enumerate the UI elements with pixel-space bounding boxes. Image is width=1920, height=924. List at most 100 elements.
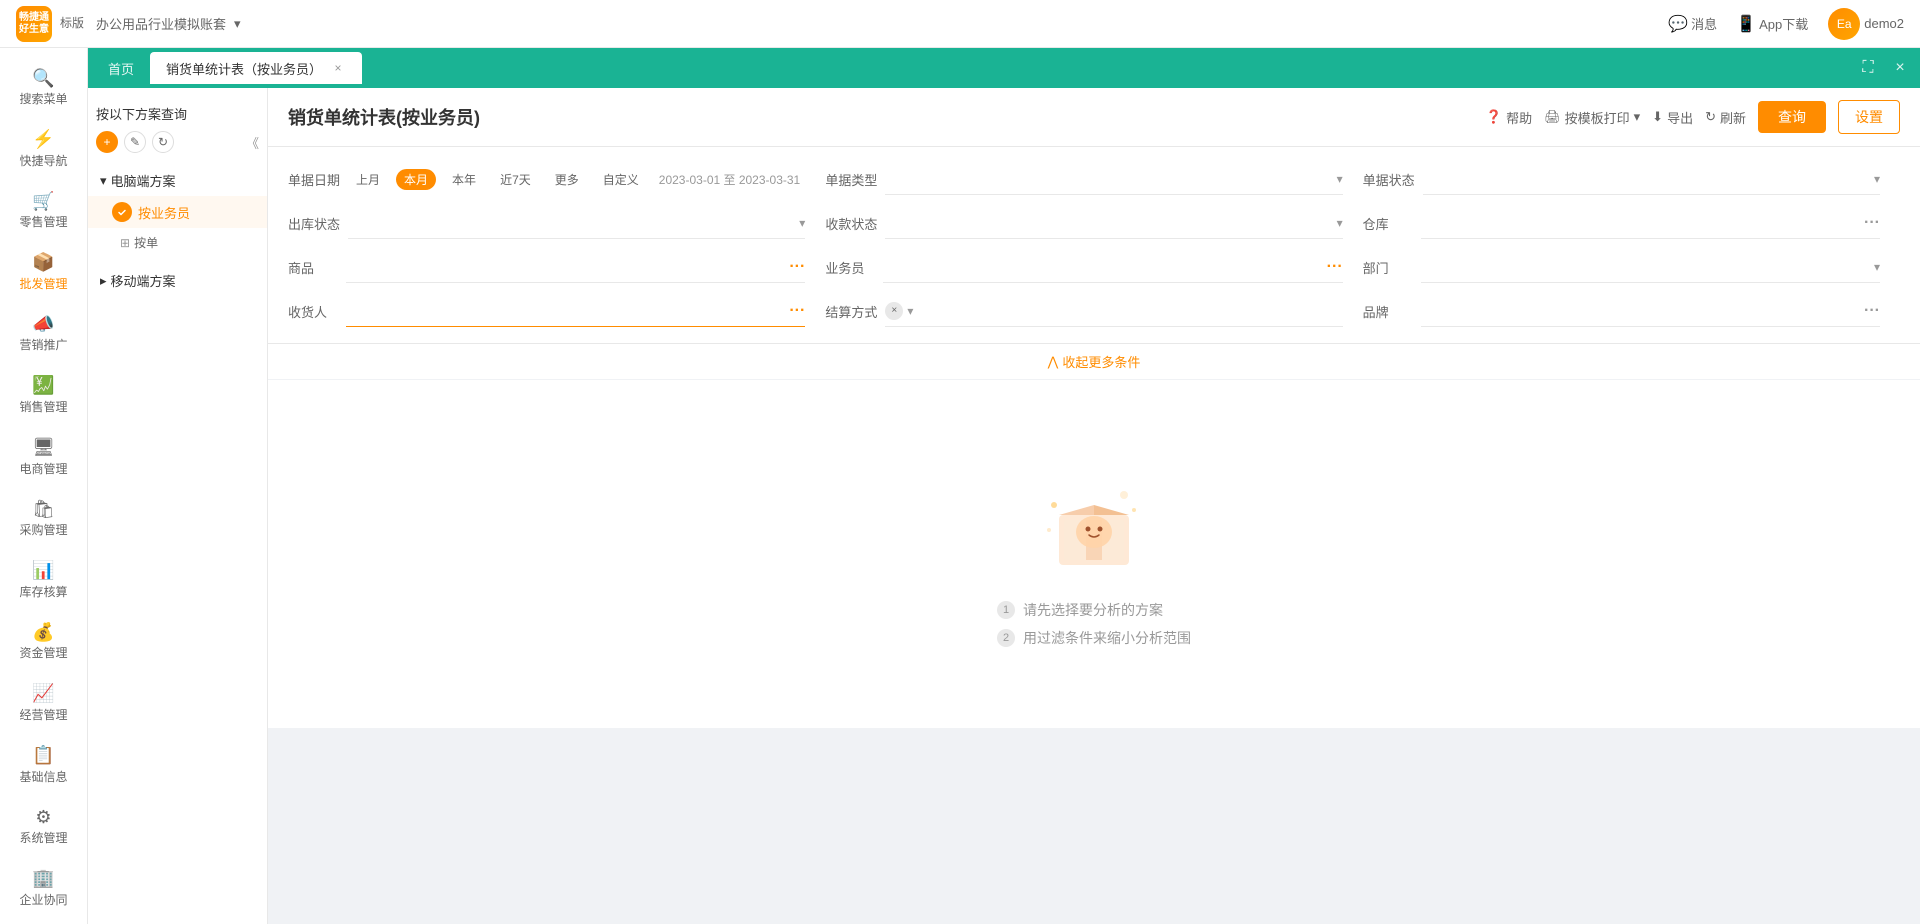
date-filter: 上月 本月 本年 近7天 更多 自定义 2023-03-01 至 2023-03… <box>348 169 805 190</box>
breadcrumb[interactable]: 办公用品行业模拟账套 ▾ <box>96 14 241 33</box>
sub-item-order[interactable]: ⊞ 按单 <box>88 228 267 257</box>
query-button[interactable]: 查询 <box>1758 101 1826 133</box>
sidebar-item-label-shortcut: 快捷导航 <box>19 154 67 170</box>
sidebar-item-label-ecommerce: 电商管理 <box>19 462 67 478</box>
tab-close-all-icon[interactable]: × <box>1888 56 1912 80</box>
edit-scheme-button[interactable]: ✎ <box>124 131 146 153</box>
collapse-more-bar[interactable]: ⋀ 收起更多条件 <box>268 344 1920 379</box>
empty-tip-1: 1 请先选择要分析的方案 <box>997 600 1191 620</box>
print-button[interactable]: 🖨 按模板打印 ▾ <box>1544 108 1640 127</box>
help-button[interactable]: ❓ 帮助 <box>1486 108 1532 127</box>
date-custom-button[interactable]: 自定义 <box>595 169 647 190</box>
date-this-month-button[interactable]: 本月 <box>396 169 436 190</box>
app-download-button[interactable]: 📱 App下载 <box>1737 14 1808 33</box>
doc-status-control[interactable] <box>1423 163 1880 195</box>
date-this-year-button[interactable]: 本年 <box>444 169 484 190</box>
brand-dots[interactable]: ··· <box>1864 302 1880 320</box>
message-button[interactable]: 💬 消息 <box>1669 14 1717 33</box>
sidebar-item-search[interactable]: 🔍 搜索菜单 <box>4 58 83 116</box>
sidebar-item-label-operation: 经营管理 <box>19 708 67 724</box>
date-range-text: 2023-03-01 至 2023-03-31 <box>659 171 800 188</box>
desktop-scheme-header[interactable]: ▾ 电脑端方案 <box>88 165 267 196</box>
refresh-label: 刷新 <box>1720 108 1746 127</box>
sidebar-item-ecommerce[interactable]: 🖥 电商管理 <box>4 428 83 486</box>
payment-status-control[interactable] <box>885 207 1342 239</box>
tab-close-icon[interactable]: × <box>330 60 346 76</box>
filter-row-3: 商品 ··· 业务员 ··· <box>288 251 1900 283</box>
mobile-scheme-header[interactable]: ▸ 移动端方案 <box>88 265 267 296</box>
chevron-right-icon: ▸ <box>100 273 107 289</box>
settlement-control[interactable]: × <box>885 295 1342 327</box>
sidebar-item-retail[interactable]: 🛒 零售管理 <box>4 181 83 239</box>
date-7days-button[interactable]: 近7天 <box>492 169 539 190</box>
out-status-control[interactable] <box>348 207 805 239</box>
tab-home[interactable]: 首页 <box>96 52 146 84</box>
sidebar-item-finance[interactable]: 💰 资金管理 <box>4 612 83 670</box>
sidebar-item-enterprise[interactable]: 🏢 企业协同 <box>4 859 83 917</box>
goods-dots[interactable]: ··· <box>789 258 805 276</box>
brand-control[interactable]: ··· <box>1421 295 1880 327</box>
add-scheme-button[interactable]: + <box>96 131 118 153</box>
sidebar-item-basic[interactable]: 📋 基础信息 <box>4 736 83 794</box>
sidebar-item-shortcut[interactable]: ⚡ 快捷导航 <box>4 120 83 178</box>
department-control[interactable] <box>1421 251 1880 283</box>
logo-icon: 畅捷通好生意 <box>16 6 52 42</box>
tab-maximize-icon[interactable]: ⛶ <box>1856 56 1880 80</box>
out-status-arrow-icon <box>799 216 805 230</box>
tab-active[interactable]: 销货单统计表（按业务员） × <box>150 52 362 84</box>
consignee-control[interactable]: ··· <box>346 295 805 327</box>
settlement-clear-icon[interactable]: × <box>885 302 903 320</box>
sidebar-item-purchase[interactable]: 🛍 采购管理 <box>4 489 83 547</box>
sidebar-item-label-retail: 零售管理 <box>19 215 67 231</box>
sidebar-item-label-marketing: 营销推广 <box>19 338 67 354</box>
date-last-month-button[interactable]: 上月 <box>348 169 388 190</box>
scheme-group-mobile: ▸ 移动端方案 <box>88 261 267 300</box>
sidebar-item-label-basic: 基础信息 <box>19 770 67 786</box>
print-arrow-icon: ▾ <box>1634 109 1641 125</box>
sales-icon: 💹 <box>32 374 56 398</box>
logo-text: 标版 <box>60 16 84 32</box>
doc-type-control[interactable] <box>885 163 1342 195</box>
doc-status-arrow-icon <box>1874 172 1880 186</box>
warehouse-control[interactable]: ··· <box>1421 207 1880 239</box>
settlement-arrow-icon <box>907 304 913 318</box>
refresh-scheme-button[interactable]: ↻ <box>152 131 174 153</box>
consignee-dots[interactable]: ··· <box>789 302 805 320</box>
doc-type-label: 单据类型 <box>825 170 877 189</box>
ecommerce-icon: 🖥 <box>32 436 56 460</box>
sidebar-item-sales[interactable]: 💹 销售管理 <box>4 366 83 424</box>
brand-label: 品牌 <box>1363 302 1413 321</box>
salesman-control[interactable]: ··· <box>883 251 1342 283</box>
warehouse-dots[interactable]: ··· <box>1864 214 1880 232</box>
operation-icon: 📈 <box>32 682 56 706</box>
message-label: 消息 <box>1691 14 1717 33</box>
scheme-item-salesman[interactable]: 按业务员 <box>88 196 267 228</box>
refresh-button[interactable]: ↻ 刷新 <box>1705 108 1746 127</box>
warehouse-label: 仓库 <box>1363 214 1413 233</box>
sidebar-item-system[interactable]: ⚙ 系统管理 <box>4 797 83 855</box>
settings-button[interactable]: 设置 <box>1838 100 1900 134</box>
date-more-button[interactable]: 更多 <box>547 169 587 190</box>
sidebar-item-inventory[interactable]: 📊 库存核算 <box>4 551 83 609</box>
sidebar-item-newuser[interactable]: 🎯 新手引导 <box>4 920 83 924</box>
page-header: 销货单统计表(按业务员) ❓ 帮助 🖨 按模板打印 ▾ ⬇ <box>268 88 1920 147</box>
goods-control[interactable]: ··· <box>346 251 805 283</box>
export-icon: ⬇ <box>1652 109 1663 125</box>
edit-icon: ✎ <box>130 135 140 149</box>
filter-settlement: 结算方式 × <box>825 295 1362 327</box>
doc-type-arrow-icon <box>1337 172 1343 186</box>
export-button[interactable]: ⬇ 导出 <box>1652 108 1693 127</box>
breadcrumb-text: 办公用品行业模拟账套 <box>96 14 226 33</box>
retail-icon: 🛒 <box>32 189 56 213</box>
consignee-label: 收货人 <box>288 302 338 321</box>
sidebar-item-operation[interactable]: 📈 经营管理 <box>4 674 83 732</box>
logo-area: 畅捷通好生意 标版 <box>16 6 84 42</box>
sidebar-item-marketing[interactable]: 📣 营销推广 <box>4 304 83 362</box>
scheme-active-icon <box>112 202 132 222</box>
app-download-label: App下载 <box>1759 14 1808 33</box>
sidebar-item-label-wholesale: 批发管理 <box>19 277 67 293</box>
salesman-dots[interactable]: ··· <box>1327 258 1343 276</box>
sidebar-item-wholesale[interactable]: 📦 批发管理 <box>4 243 83 301</box>
collapse-left-button[interactable]: 《 <box>246 133 259 152</box>
user-avatar-button[interactable]: Ea demo2 <box>1828 8 1904 40</box>
